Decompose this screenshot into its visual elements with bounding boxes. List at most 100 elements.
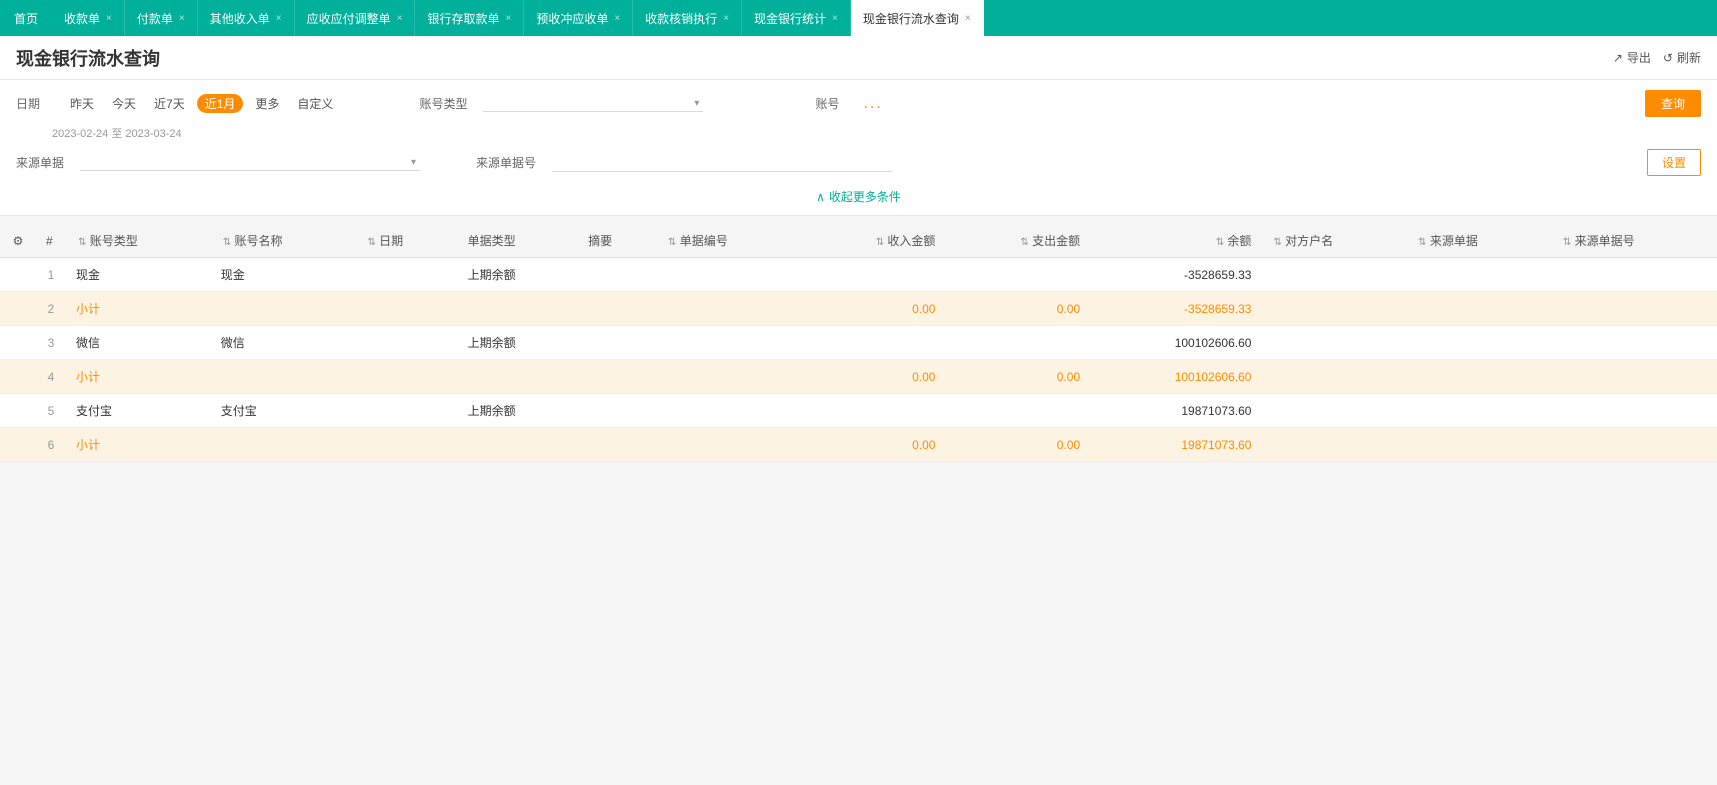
refresh-icon: ↺ <box>1663 51 1673 65</box>
collapse-bar[interactable]: ∧ 收起更多条件 <box>16 184 1701 209</box>
page-title: 现金银行流水查询 <box>16 45 160 71</box>
th-account-type[interactable]: ⇅ 账号类型 <box>66 224 211 258</box>
cell-balance: 19871073.60 <box>1090 394 1261 428</box>
date-btn-7days[interactable]: 近7天 <box>148 94 191 113</box>
th-sort-icon: ⇅ <box>1216 237 1224 248</box>
export-button[interactable]: ↗ 导出 <box>1613 49 1651 66</box>
filter-row-2: 来源单据 ▾ 来源单据号 设置 <box>16 149 1701 176</box>
chevron-down-icon-2: ▾ <box>411 157 416 168</box>
th-date[interactable]: ⇅ 日期 <box>355 224 457 258</box>
nav-tab-2[interactable]: 其他收入单 × <box>198 0 295 36</box>
cell-accountType: 小计 <box>66 428 211 462</box>
cell-income <box>801 394 946 428</box>
page-header: 现金银行流水查询 ↗ 导出 ↺ 刷新 <box>0 36 1717 80</box>
close-icon[interactable]: × <box>614 13 620 24</box>
th-doc-type: 单据类型 <box>458 224 578 258</box>
date-btn-custom[interactable]: 自定义 <box>291 94 339 113</box>
th-sort-icon: ⇅ <box>223 237 231 248</box>
cell-accountType: 现金 <box>66 258 211 292</box>
cell-accountType: 微信 <box>66 326 211 360</box>
date-btn-1month[interactable]: 近1月 <box>197 94 244 113</box>
cell-sourceDocNo <box>1551 394 1717 428</box>
cell-accountName <box>211 428 356 462</box>
cell-docType: 上期余额 <box>458 326 578 360</box>
export-icon: ↗ <box>1613 51 1623 65</box>
cell-index: 4 <box>36 360 66 394</box>
close-icon[interactable]: × <box>723 13 729 24</box>
cell-accountName <box>211 292 356 326</box>
th-balance[interactable]: ⇅ 余额 <box>1090 224 1261 258</box>
close-icon[interactable]: × <box>179 13 185 24</box>
cell-accountType: 小计 <box>66 292 211 326</box>
cell-sourceDoc <box>1406 292 1551 326</box>
source-doc-num-label: 来源单据号 <box>476 154 536 171</box>
cell-expense <box>945 258 1090 292</box>
setting-button[interactable]: 设置 <box>1647 149 1701 176</box>
collapse-icon: ∧ <box>816 190 825 204</box>
cell-docType: 上期余额 <box>458 258 578 292</box>
th-income[interactable]: ⇅ 收入金额 <box>801 224 946 258</box>
cell-balance: 100102606.60 <box>1090 360 1261 394</box>
th-counterparty[interactable]: ⇅ 对方户名 <box>1261 224 1406 258</box>
nav-tab-0[interactable]: 收款单 × <box>52 0 125 36</box>
th-sort-icon: ⇅ <box>1563 237 1571 248</box>
close-icon[interactable]: × <box>505 13 511 24</box>
cell-counterparty <box>1261 394 1406 428</box>
th-gear[interactable]: ⚙ <box>0 224 36 258</box>
cell-counterparty <box>1261 428 1406 462</box>
cell-gear <box>0 292 36 326</box>
query-button[interactable]: 查询 <box>1645 90 1701 117</box>
close-icon[interactable]: × <box>832 13 838 24</box>
th-account-name[interactable]: ⇅ 账号名称 <box>211 224 356 258</box>
nav-tab-5[interactable]: 预收冲应收单 × <box>524 0 633 36</box>
nav-tab-8[interactable]: 现金银行流水查询 × <box>851 0 984 36</box>
cell-date <box>355 360 457 394</box>
th-doc-no[interactable]: ⇅ 单据编号 <box>656 224 801 258</box>
cell-index: 1 <box>36 258 66 292</box>
nav-tab-7[interactable]: 现金银行统计 × <box>742 0 851 36</box>
cell-summary <box>578 360 656 394</box>
date-btn-today[interactable]: 今天 <box>106 94 142 113</box>
source-doc-select[interactable]: ▾ <box>80 155 420 171</box>
cell-counterparty <box>1261 360 1406 394</box>
cell-income: 0.00 <box>801 360 946 394</box>
nav-tab-3[interactable]: 应收应付调整单 × <box>295 0 416 36</box>
close-icon[interactable]: × <box>276 13 282 24</box>
th-index: # <box>36 224 66 258</box>
nav-tab-4[interactable]: 银行存取款单 × <box>415 0 524 36</box>
cell-income: 0.00 <box>801 428 946 462</box>
chevron-down-icon: ▾ <box>694 98 699 109</box>
cell-index: 2 <box>36 292 66 326</box>
table-row: 3微信微信上期余额100102606.60 <box>0 326 1717 360</box>
cell-expense: 0.00 <box>945 428 1090 462</box>
th-expense[interactable]: ⇅ 支出金额 <box>945 224 1090 258</box>
cell-date <box>355 326 457 360</box>
th-sort-icon: ⇅ <box>668 237 676 248</box>
table-row: 1现金现金上期余额-3528659.33 <box>0 258 1717 292</box>
cell-balance: 100102606.60 <box>1090 326 1261 360</box>
close-icon[interactable]: × <box>397 13 403 24</box>
cell-docType: 上期余额 <box>458 394 578 428</box>
cell-counterparty <box>1261 258 1406 292</box>
nav-tab-1[interactable]: 付款单 × <box>125 0 198 36</box>
cell-date <box>355 428 457 462</box>
th-source-doc-no[interactable]: ⇅ 来源单据号 <box>1551 224 1717 258</box>
th-sort-icon: ⇅ <box>78 237 86 248</box>
source-doc-num-input[interactable] <box>552 153 892 172</box>
cell-sourceDoc <box>1406 394 1551 428</box>
cell-gear <box>0 360 36 394</box>
date-btn-yesterday[interactable]: 昨天 <box>64 94 100 113</box>
close-icon[interactable]: × <box>965 13 971 24</box>
close-icon[interactable]: × <box>106 13 112 24</box>
header-actions: ↗ 导出 ↺ 刷新 <box>1613 49 1701 66</box>
date-btn-more[interactable]: 更多 <box>249 94 285 113</box>
th-source-doc[interactable]: ⇅ 来源单据 <box>1406 224 1551 258</box>
cell-balance: -3528659.33 <box>1090 258 1261 292</box>
cell-docNo <box>656 360 801 394</box>
cell-expense: 0.00 <box>945 292 1090 326</box>
nav-home[interactable]: 首页 <box>0 0 52 36</box>
account-type-select[interactable]: ▾ <box>483 96 703 112</box>
nav-tab-6[interactable]: 收款核销执行 × <box>633 0 742 36</box>
account-more-button[interactable]: ... <box>863 95 882 113</box>
refresh-button[interactable]: ↺ 刷新 <box>1663 49 1701 66</box>
